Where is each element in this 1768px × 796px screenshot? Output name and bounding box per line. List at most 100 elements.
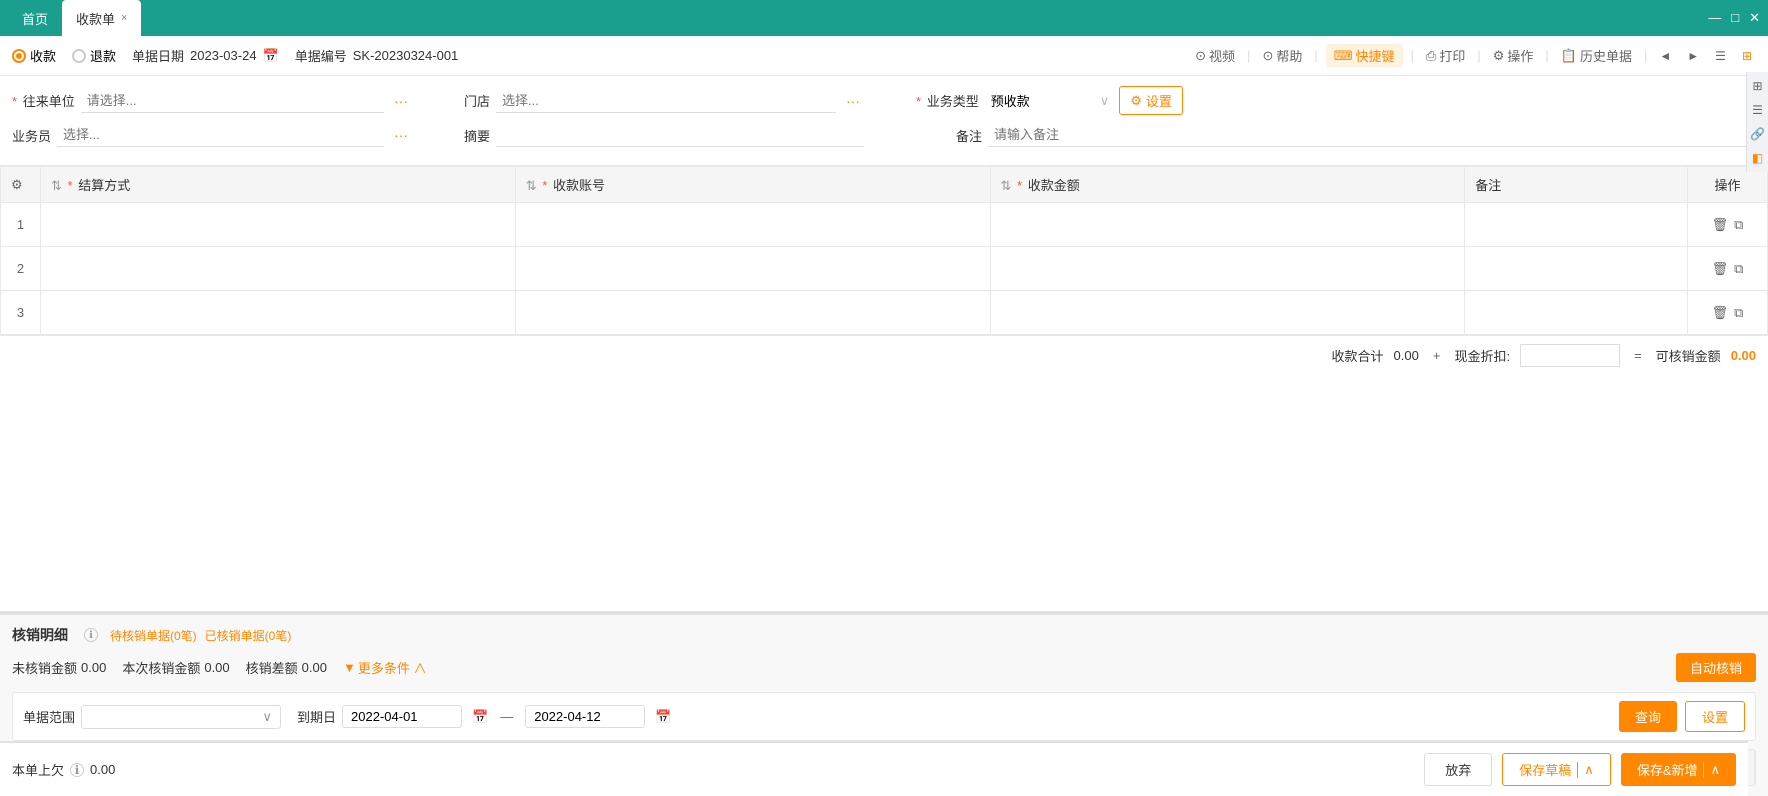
store-input[interactable] bbox=[496, 89, 836, 113]
row-num-2: 2 bbox=[1, 247, 41, 291]
tab-receipt[interactable]: 收款单 × bbox=[62, 0, 141, 36]
cell-remark-1[interactable] bbox=[1465, 203, 1688, 247]
tab-home[interactable]: 首页 bbox=[8, 0, 62, 36]
calendar-icon[interactable]: 📅 bbox=[263, 48, 279, 64]
sidebar-table-icon[interactable]: ⊞ bbox=[1748, 76, 1768, 96]
sidebar-list-icon[interactable]: ☰ bbox=[1748, 100, 1768, 120]
cell-settlement-2[interactable] bbox=[41, 247, 516, 291]
writeoff-settings-button[interactable]: 设置 bbox=[1685, 701, 1745, 732]
copy-row-1-icon[interactable]: ⧉ bbox=[1734, 217, 1743, 233]
cell-action-3: 🗑 ⧉ bbox=[1688, 291, 1768, 335]
radio-refund[interactable]: 退款 bbox=[72, 46, 116, 65]
stat-current-writeoff: 本次核销金额 0.00 bbox=[122, 658, 229, 677]
form-row-2: 业务员 ··· 摘要 备注 bbox=[12, 123, 1756, 147]
nav-next-icon[interactable]: ► bbox=[1683, 47, 1703, 65]
tab-completed-writeoff[interactable]: 已核销单据(0笔) bbox=[205, 627, 292, 644]
tab-bar: 首页 收款单 × — □ ✕ bbox=[0, 0, 1768, 36]
cell-action-1: 🗑 ⧉ bbox=[1688, 203, 1768, 247]
history-icon: 📋 bbox=[1561, 48, 1577, 64]
auto-writeoff-button[interactable]: 自动核销 bbox=[1676, 653, 1756, 682]
operations-icon: ⚙ bbox=[1493, 48, 1505, 64]
settings-col-header[interactable]: ⚙ bbox=[1, 167, 41, 203]
partner-field: * 往来单位 ··· bbox=[12, 89, 412, 113]
row-num-3: 3 bbox=[1, 291, 41, 335]
save-draft-arrow-icon[interactable]: ∧ bbox=[1577, 762, 1594, 778]
settings-button[interactable]: ⚙ 设置 bbox=[1119, 86, 1183, 115]
settings-icon: ⚙ bbox=[1130, 93, 1142, 109]
sidebar-link-icon[interactable]: 🔗 bbox=[1748, 124, 1768, 144]
cell-account-1[interactable] bbox=[515, 203, 990, 247]
delete-row-3-icon[interactable]: 🗑 bbox=[1712, 305, 1729, 321]
tab-pending-writeoff[interactable]: 待核销单据(0笔) bbox=[110, 627, 197, 644]
query-button[interactable]: 查询 bbox=[1619, 701, 1677, 732]
print-icon: ⎙ bbox=[1426, 48, 1436, 64]
salesperson-input[interactable] bbox=[57, 123, 384, 147]
writeoff-tabs: 待核销单据(0笔) 已核销单据(0笔) bbox=[110, 627, 291, 644]
toolbar-actions: ⊙ 视频 | ⊙ 帮助 | ⌨ 快捷键 | ⎙ 打印 | ⚙ 操作 | bbox=[1191, 44, 1756, 67]
save-new-arrow-icon[interactable]: ∧ bbox=[1703, 762, 1720, 778]
sidebar-panel-icon[interactable]: ◧ bbox=[1748, 148, 1768, 168]
partner-input[interactable] bbox=[81, 89, 384, 113]
print-btn[interactable]: ⎙ 打印 bbox=[1422, 44, 1469, 67]
date-to-input[interactable] bbox=[525, 705, 645, 728]
col-remark: 备注 bbox=[1465, 167, 1688, 203]
col-settlement-method: ⇅ * 结算方式 bbox=[41, 167, 516, 203]
radio-receipt[interactable]: 收款 bbox=[12, 46, 56, 65]
range-select-btn[interactable]: ∨ bbox=[81, 705, 281, 729]
delete-row-2-icon[interactable]: 🗑 bbox=[1712, 261, 1729, 277]
remark-input[interactable] bbox=[988, 123, 1756, 147]
video-btn[interactable]: ⊙ 视频 bbox=[1191, 44, 1239, 67]
discard-button[interactable]: 放弃 bbox=[1424, 753, 1492, 786]
cell-amount-3[interactable] bbox=[990, 291, 1465, 335]
cell-amount-1[interactable] bbox=[990, 203, 1465, 247]
table-settings-icon[interactable]: ⚙ bbox=[11, 177, 23, 192]
save-new-button[interactable]: 保存&新增 ∧ bbox=[1621, 753, 1736, 786]
due-date-filter-field: 到期日 📅 — 📅 bbox=[297, 705, 671, 728]
filter-icon: ▼ bbox=[343, 660, 356, 675]
filter-row: 单据范围 ∨ 到期日 📅 — 📅 查询 设置 bbox=[12, 692, 1756, 741]
cell-settlement-1[interactable] bbox=[41, 203, 516, 247]
maximize-icon[interactable]: □ bbox=[1731, 10, 1739, 26]
video-icon: ⊙ bbox=[1195, 48, 1206, 64]
cell-remark-2[interactable] bbox=[1465, 247, 1688, 291]
summary-row: 收款合计 0.00 + 现金折扣: = 可核销金额 0.00 bbox=[0, 335, 1768, 375]
nav-prev-icon[interactable]: ◄ bbox=[1655, 47, 1675, 65]
footer-info-icon[interactable]: ℹ bbox=[70, 763, 84, 777]
footer-info: 本单上欠 ℹ 0.00 bbox=[12, 760, 115, 779]
writeoff-info-icon[interactable]: ℹ bbox=[84, 628, 98, 642]
cell-settlement-3[interactable] bbox=[41, 291, 516, 335]
grid-view-icon[interactable]: ⊞ bbox=[1738, 47, 1756, 65]
cell-remark-3[interactable] bbox=[1465, 291, 1688, 335]
store-more-icon[interactable]: ··· bbox=[842, 93, 864, 109]
col-receipt-amount: ⇅ * 收款金额 bbox=[990, 167, 1465, 203]
delete-row-1-icon[interactable]: 🗑 bbox=[1712, 217, 1729, 233]
history-btn[interactable]: 📋 历史单据 bbox=[1557, 44, 1636, 67]
help-btn[interactable]: ⊙ 帮助 bbox=[1258, 44, 1306, 67]
copy-row-2-icon[interactable]: ⧉ bbox=[1734, 261, 1743, 277]
list-view-icon[interactable]: ☰ bbox=[1711, 47, 1730, 65]
close-icon[interactable]: ✕ bbox=[1749, 10, 1760, 26]
cell-amount-2[interactable] bbox=[990, 247, 1465, 291]
discount-input[interactable] bbox=[1520, 344, 1620, 367]
biz-type-dropdown-icon[interactable]: ∨ bbox=[1096, 93, 1114, 109]
close-tab-icon[interactable]: × bbox=[121, 12, 127, 24]
operations-btn[interactable]: ⚙ 操作 bbox=[1489, 44, 1538, 67]
receipt-table: ⚙ ⇅ * 结算方式 ⇅ * 收款账号 ⇅ * 收款 bbox=[0, 166, 1768, 335]
salesperson-more-icon[interactable]: ··· bbox=[390, 127, 412, 143]
cell-account-3[interactable] bbox=[515, 291, 990, 335]
calendar-from-icon[interactable]: 📅 bbox=[472, 709, 488, 725]
radio-dot-refund bbox=[72, 49, 86, 63]
save-draft-button[interactable]: 保存草稿 ∧ bbox=[1502, 753, 1611, 786]
summary-input[interactable] bbox=[496, 123, 864, 147]
form-row-1: * 往来单位 ··· 门店 ··· * 业务类型 预收款 ∨ bbox=[12, 86, 1756, 115]
more-conditions-btn[interactable]: ▼ 更多条件 ∧ bbox=[343, 658, 427, 677]
calendar-to-icon[interactable]: 📅 bbox=[655, 709, 671, 725]
cell-account-2[interactable] bbox=[515, 247, 990, 291]
minimize-icon[interactable]: — bbox=[1708, 10, 1721, 26]
salesperson-field: 业务员 ··· bbox=[12, 123, 412, 147]
right-sidebar: ⊞ ☰ 🔗 ◧ bbox=[1746, 72, 1768, 172]
partner-more-icon[interactable]: ··· bbox=[390, 93, 412, 109]
date-from-input[interactable] bbox=[342, 705, 462, 728]
copy-row-3-icon[interactable]: ⧉ bbox=[1734, 305, 1743, 321]
shortcut-btn[interactable]: ⌨ 快捷键 bbox=[1326, 44, 1403, 67]
